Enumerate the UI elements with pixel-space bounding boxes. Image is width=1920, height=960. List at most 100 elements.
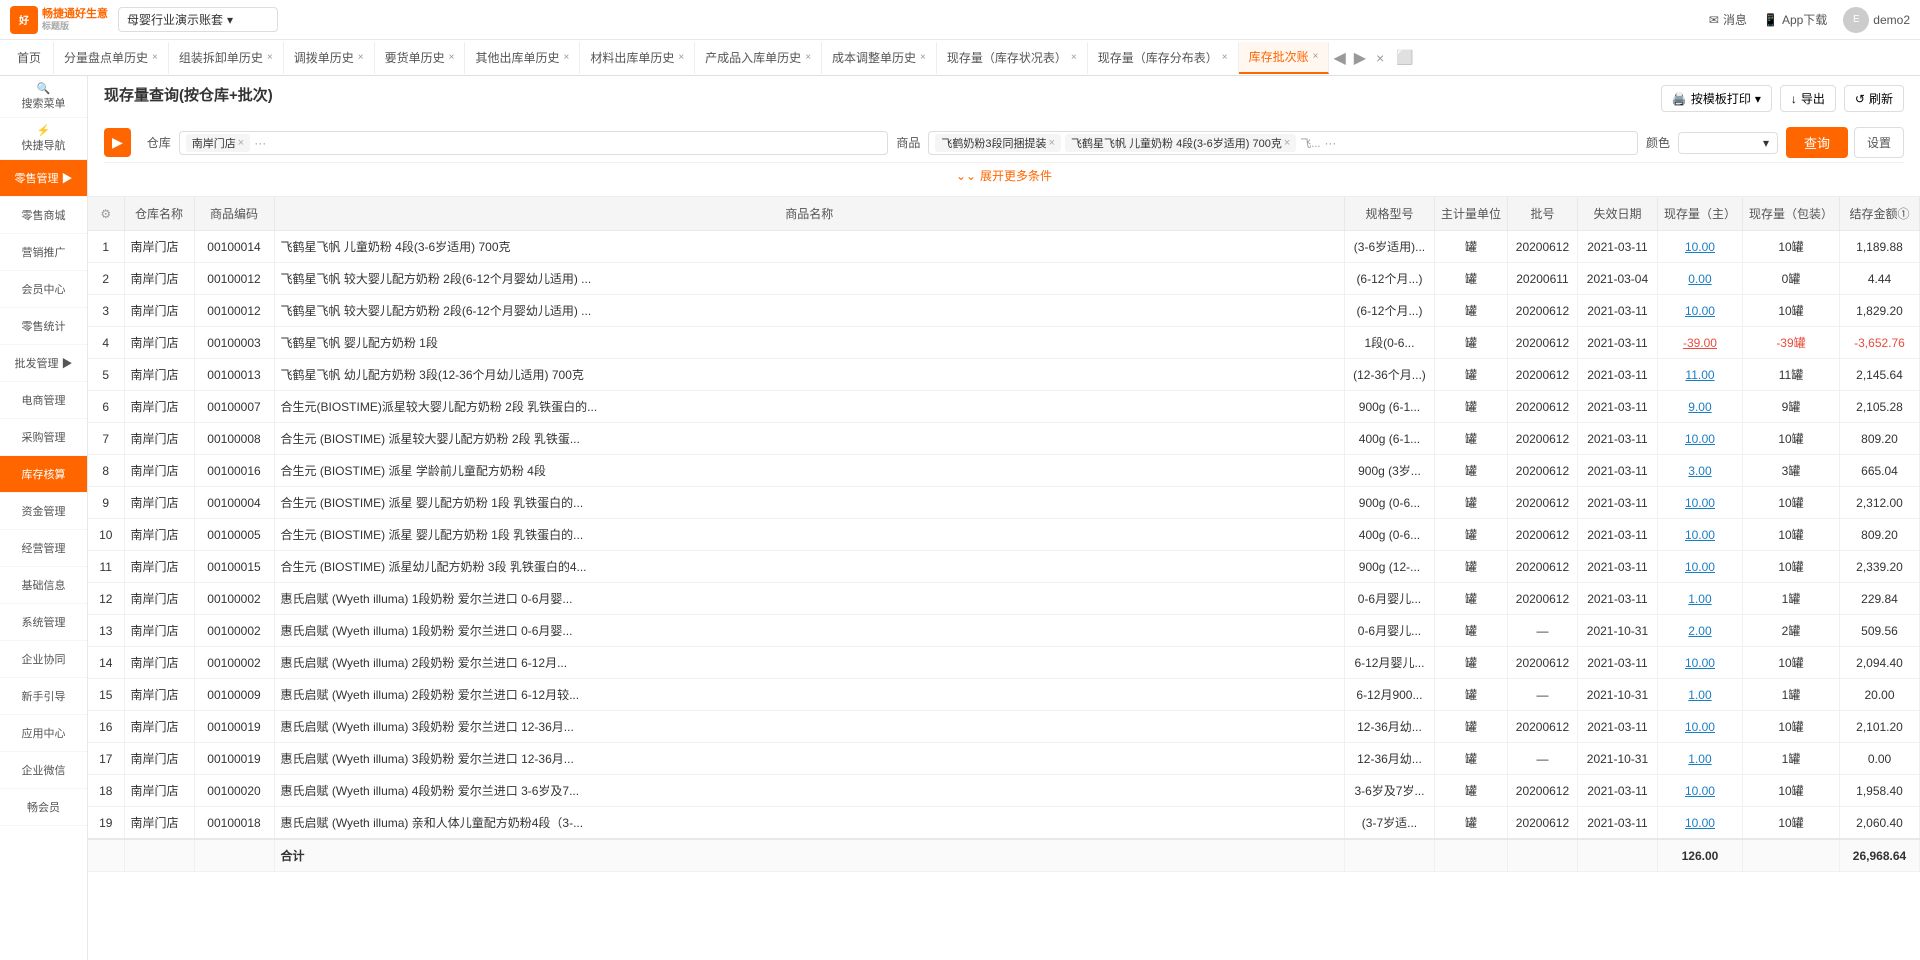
cell-stock-main[interactable]: 10.00 bbox=[1657, 519, 1742, 551]
tab-scroll-left[interactable]: ◀ bbox=[1329, 48, 1349, 68]
tab-6[interactable]: 材料出库单历史 × bbox=[580, 42, 695, 74]
settings-icon[interactable]: ⚙ bbox=[100, 207, 111, 221]
cell-expire: 2021-03-11 bbox=[1577, 359, 1657, 391]
tab-11-close[interactable]: × bbox=[1313, 51, 1319, 62]
warehouse-filter-tags[interactable]: 南岸门店 × ··· bbox=[179, 131, 889, 155]
cell-stock-pkg: 1罐 bbox=[1742, 743, 1839, 775]
cell-stock-main[interactable]: 10.00 bbox=[1657, 551, 1742, 583]
tab-2[interactable]: 组装拆卸单历史 × bbox=[169, 42, 284, 74]
sidebar-item-purchase[interactable]: 采购管理 bbox=[0, 419, 87, 456]
tab-11[interactable]: 库存批次账 × bbox=[1239, 42, 1330, 74]
tab-8[interactable]: 成本调整单历史 × bbox=[822, 42, 937, 74]
tab-home[interactable]: 首页 bbox=[5, 42, 54, 74]
cell-code: 00100002 bbox=[194, 583, 274, 615]
sidebar-item-collab[interactable]: 企业协同 bbox=[0, 641, 87, 678]
color-filter[interactable]: ▾ bbox=[1678, 132, 1778, 154]
sidebar-item-retail-shop[interactable]: 零售商城 bbox=[0, 197, 87, 234]
cell-stock-main[interactable]: 9.00 bbox=[1657, 391, 1742, 423]
tab-5[interactable]: 其他出库单历史 × bbox=[465, 42, 580, 74]
sidebar-search[interactable]: 🔍 搜索菜单 bbox=[0, 76, 87, 118]
cell-spec: (3-7岁适... bbox=[1344, 807, 1434, 840]
sidebar-item-marketing[interactable]: 营销推广 bbox=[0, 234, 87, 271]
cell-warehouse: 南岸门店 bbox=[124, 455, 194, 487]
goods-tag-1[interactable]: 飞鹤奶粉3段同捆提装 × bbox=[935, 134, 1061, 152]
cell-stock-main[interactable]: 10.00 bbox=[1657, 487, 1742, 519]
cell-stock-main[interactable]: 10.00 bbox=[1657, 807, 1742, 840]
tab-1[interactable]: 分量盘点单历史 × bbox=[54, 42, 169, 74]
cell-stock-main[interactable]: 10.00 bbox=[1657, 775, 1742, 807]
refresh-button[interactable]: ↺ 刷新 bbox=[1844, 85, 1904, 112]
cell-stock-main[interactable]: 1.00 bbox=[1657, 583, 1742, 615]
sidebar-item-retail-stats[interactable]: 零售统计 bbox=[0, 308, 87, 345]
tab-4-close[interactable]: × bbox=[449, 52, 455, 63]
sidebar-item-label: 会员中心 bbox=[22, 281, 66, 297]
settings-button[interactable]: 设置 bbox=[1854, 127, 1904, 158]
tab-10-close[interactable]: × bbox=[1222, 52, 1228, 63]
sidebar-item-operations[interactable]: 经营管理 bbox=[0, 530, 87, 567]
cell-stock-main[interactable]: 10.00 bbox=[1657, 231, 1742, 263]
tab-maximize[interactable]: ⬜ bbox=[1390, 49, 1419, 66]
cell-stock-main[interactable]: 10.00 bbox=[1657, 295, 1742, 327]
sidebar-item-apps[interactable]: 应用中心 bbox=[0, 715, 87, 752]
goods-filter-label: 商品 bbox=[896, 134, 920, 151]
warehouse-tag-nanang[interactable]: 南岸门店 × bbox=[186, 134, 250, 152]
goods-tag-2-close[interactable]: × bbox=[1284, 137, 1290, 149]
cell-stock-main[interactable]: 10.00 bbox=[1657, 711, 1742, 743]
app-download-btn[interactable]: 📱 App下载 bbox=[1763, 11, 1827, 28]
sidebar-item-member2[interactable]: 畅会员 bbox=[0, 789, 87, 826]
goods-tag-1-close[interactable]: × bbox=[1049, 137, 1055, 149]
tab-9-close[interactable]: × bbox=[1071, 52, 1077, 63]
cell-stock-main[interactable]: 10.00 bbox=[1657, 423, 1742, 455]
tab-1-close[interactable]: × bbox=[152, 52, 158, 63]
sidebar-item-base-info[interactable]: 基础信息 bbox=[0, 567, 87, 604]
query-button[interactable]: 查询 bbox=[1786, 127, 1848, 158]
tab-4[interactable]: 要货单历史 × bbox=[375, 42, 466, 74]
warehouse-filter-dots[interactable]: ··· bbox=[254, 136, 266, 150]
sidebar-item-finance[interactable]: 资金管理 bbox=[0, 493, 87, 530]
print-button[interactable]: 🖨️ 按模板打印 ▾ bbox=[1661, 85, 1772, 112]
tab-10[interactable]: 现存量（库存分布表） × bbox=[1088, 42, 1239, 74]
tab-2-close[interactable]: × bbox=[267, 52, 273, 63]
cell-stock-main[interactable]: 10.00 bbox=[1657, 647, 1742, 679]
sidebar-nav[interactable]: ⚡ 快捷导航 bbox=[0, 118, 87, 160]
cell-stock-main[interactable]: 11.00 bbox=[1657, 359, 1742, 391]
tab-3-close[interactable]: × bbox=[358, 52, 364, 63]
cell-stock-main[interactable]: 1.00 bbox=[1657, 743, 1742, 775]
cell-stock-main[interactable]: 3.00 bbox=[1657, 455, 1742, 487]
goods-tag-2[interactable]: 飞鹤星飞帆 儿童奶粉 4段(3-6岁适用) 700克 × bbox=[1065, 134, 1296, 152]
cell-stock-pkg: 10罐 bbox=[1742, 295, 1839, 327]
tab-3[interactable]: 调拨单历史 × bbox=[284, 42, 375, 74]
export-button[interactable]: ↓ 导出 bbox=[1780, 85, 1836, 112]
account-selector[interactable]: 母婴行业演示账套 ▾ bbox=[118, 7, 278, 32]
sidebar-item-member[interactable]: 会员中心 bbox=[0, 271, 87, 308]
user-area[interactable]: E demo2 bbox=[1843, 7, 1910, 33]
message-btn[interactable]: ✉ 消息 bbox=[1709, 11, 1747, 28]
goods-filter-tags[interactable]: 飞鹤奶粉3段同捆提装 × 飞鹤星飞帆 儿童奶粉 4段(3-6岁适用) 700克 … bbox=[928, 131, 1638, 155]
sidebar-item-wechat[interactable]: 企业微信 bbox=[0, 752, 87, 789]
cell-stock-main[interactable]: -39.00 bbox=[1657, 327, 1742, 359]
tab-scroll-right[interactable]: ▶ bbox=[1350, 48, 1370, 68]
tab-5-close[interactable]: × bbox=[563, 52, 569, 63]
sidebar-item-inventory[interactable]: 库存核算 bbox=[0, 456, 87, 493]
tab-8-close[interactable]: × bbox=[920, 52, 926, 63]
sidebar-item-guide[interactable]: 新手引导 bbox=[0, 678, 87, 715]
tab-6-close[interactable]: × bbox=[678, 52, 684, 63]
expand-toggle[interactable]: ⌄⌄ 展开更多条件 bbox=[104, 162, 1904, 188]
cell-unit: 罐 bbox=[1434, 263, 1507, 295]
sidebar-item-wholesale[interactable]: 批发管理 ▶ bbox=[0, 345, 87, 382]
cell-name: 惠氏启赋 (Wyeth illuma) 3段奶粉 爱尔兰进口 12-36月... bbox=[274, 711, 1344, 743]
cell-stock-main[interactable]: 0.00 bbox=[1657, 263, 1742, 295]
tab-close-all[interactable]: × bbox=[1370, 50, 1390, 66]
sidebar-item-retail-mgmt[interactable]: 零售管理 ▶ bbox=[0, 160, 87, 197]
goods-filter-dots[interactable]: ··· bbox=[1324, 136, 1336, 150]
tab-7-close[interactable]: × bbox=[805, 52, 811, 63]
cell-stock-main[interactable]: 1.00 bbox=[1657, 679, 1742, 711]
refresh-icon: ↺ bbox=[1855, 92, 1865, 106]
tab-7[interactable]: 产成品入库单历史 × bbox=[695, 42, 822, 74]
warehouse-tag-close[interactable]: × bbox=[238, 137, 244, 149]
sidebar-item-system[interactable]: 系统管理 bbox=[0, 604, 87, 641]
filter-expand-btn[interactable]: ▶ bbox=[104, 128, 131, 157]
tab-9[interactable]: 现存量（库存状况表） × bbox=[937, 42, 1088, 74]
cell-stock-main[interactable]: 2.00 bbox=[1657, 615, 1742, 647]
sidebar-item-ecommerce[interactable]: 电商管理 bbox=[0, 382, 87, 419]
